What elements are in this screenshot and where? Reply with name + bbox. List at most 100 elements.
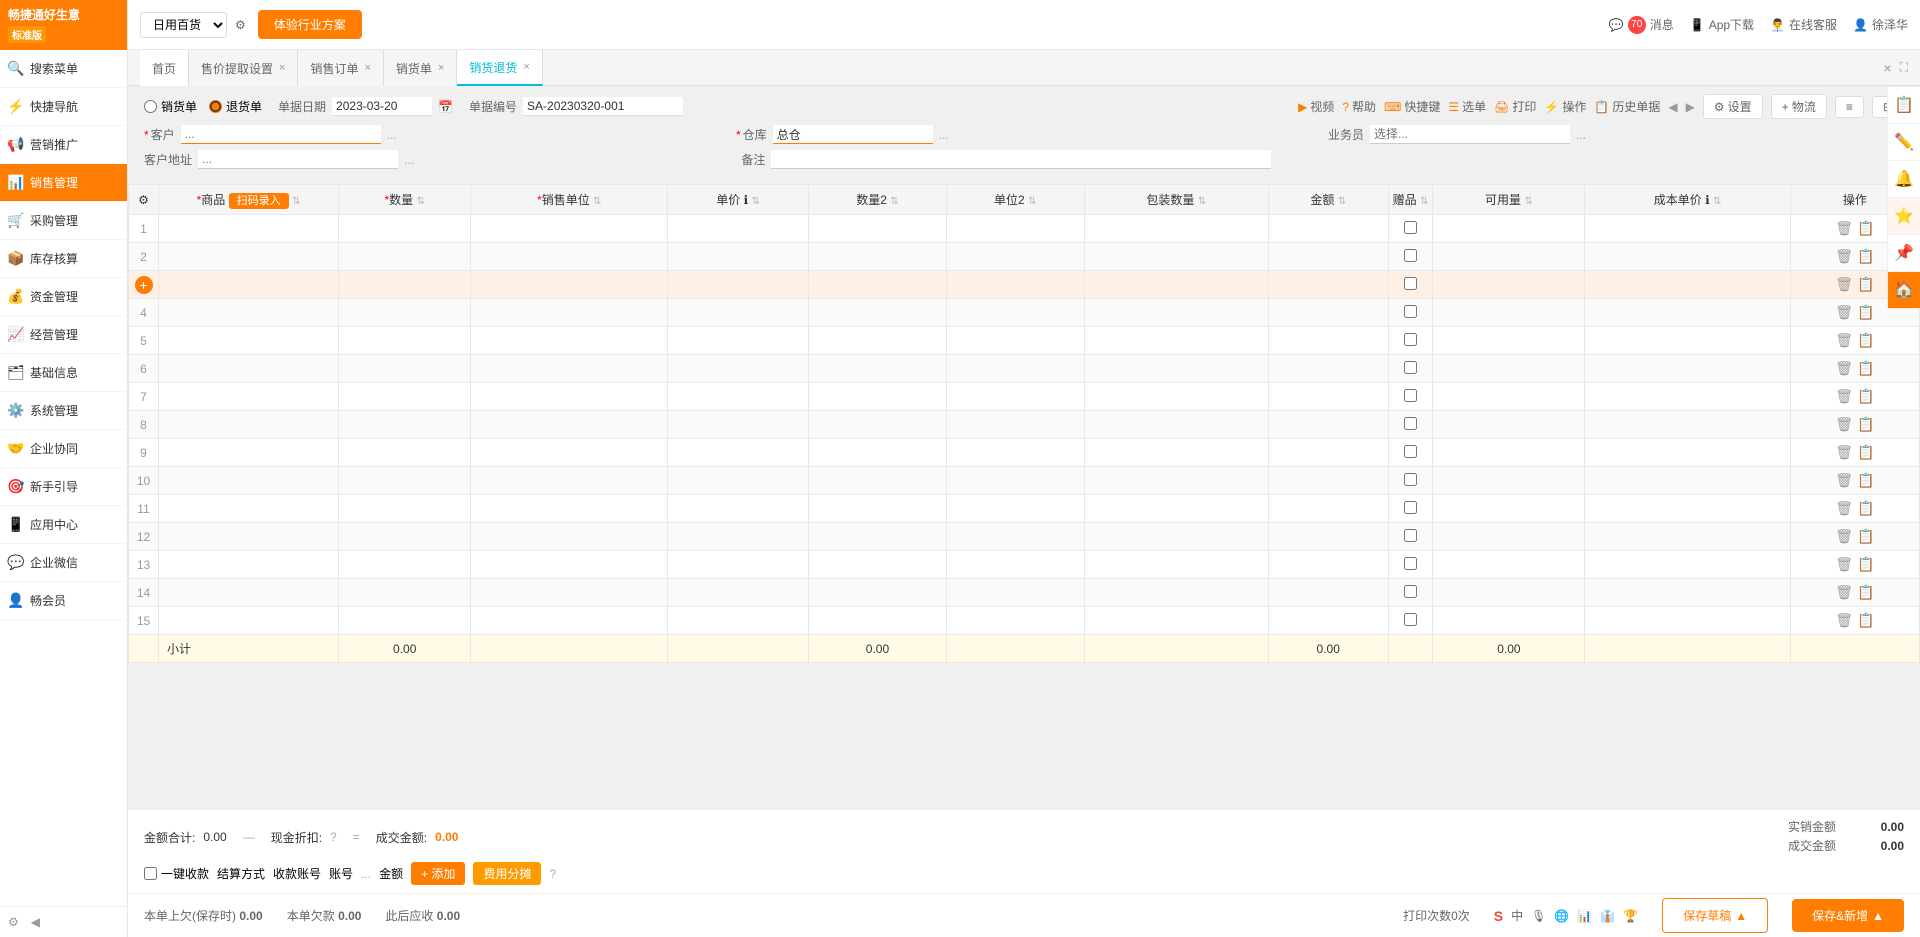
- cell-unit2-6[interactable]: [946, 355, 1084, 383]
- logistics-btn[interactable]: + 物流: [1771, 94, 1827, 119]
- calendar-icon[interactable]: 📅: [438, 100, 453, 114]
- delete-row-icon-11[interactable]: 🗑: [1835, 500, 1853, 517]
- copy-row-icon-1[interactable]: 📋: [1857, 220, 1874, 237]
- cell-qty-7[interactable]: [339, 383, 471, 411]
- cell-product-15[interactable]: [159, 607, 339, 635]
- cell-price-7[interactable]: [668, 383, 809, 411]
- settings-btn[interactable]: ⚙ 设置: [1703, 94, 1763, 119]
- cell-product-6[interactable]: [159, 355, 339, 383]
- cell-qty-13[interactable]: [339, 551, 471, 579]
- cell-unit2-15[interactable]: [946, 607, 1084, 635]
- cell-price-11[interactable]: [668, 495, 809, 523]
- cell-qty2-7[interactable]: [809, 383, 947, 411]
- cell-gift-2[interactable]: [1388, 243, 1433, 271]
- cell-available-3[interactable]: [1433, 271, 1585, 299]
- cell-unit2-10[interactable]: [946, 467, 1084, 495]
- fee-help-icon[interactable]: ?: [549, 867, 556, 881]
- cell-qty2-2[interactable]: [809, 243, 947, 271]
- cell-cost-9[interactable]: [1585, 439, 1790, 467]
- gift-checkbox-5[interactable]: [1404, 333, 1417, 346]
- sort-qty-icon[interactable]: ⇅: [417, 196, 425, 207]
- sort-qty2-icon[interactable]: ⇅: [890, 196, 898, 207]
- topbar-settings-icon[interactable]: ⚙: [235, 18, 246, 32]
- remark-input[interactable]: [771, 150, 1271, 169]
- delete-row-icon-9[interactable]: 🗑: [1835, 444, 1853, 461]
- discount-help-icon[interactable]: ?: [330, 830, 337, 844]
- sidebar-item-system[interactable]: ⚙️系统管理: [0, 392, 127, 430]
- copy-row-icon-2[interactable]: 📋: [1857, 248, 1874, 265]
- cell-price-6[interactable]: [668, 355, 809, 383]
- cell-qty-8[interactable]: [339, 411, 471, 439]
- cell-available-2[interactable]: [1433, 243, 1585, 271]
- right-panel-item-3[interactable]: 🔔: [1888, 161, 1920, 198]
- cell-amount-2[interactable]: [1268, 243, 1388, 271]
- sort-unit-icon[interactable]: ⇅: [593, 196, 601, 207]
- cell-unit2-4[interactable]: [946, 299, 1084, 327]
- cell-amount-14[interactable]: [1268, 579, 1388, 607]
- cell-gift-10[interactable]: [1388, 467, 1433, 495]
- tab-close-4[interactable]: ×: [523, 61, 529, 73]
- delete-row-icon-4[interactable]: 🗑: [1835, 304, 1853, 321]
- cell-gift-7[interactable]: [1388, 383, 1433, 411]
- cell-price-9[interactable]: [668, 439, 809, 467]
- cell-price-1[interactable]: [668, 215, 809, 243]
- sidebar-item-member[interactable]: 👤畅会员: [0, 582, 127, 620]
- cell-unit2-13[interactable]: [946, 551, 1084, 579]
- cell-qty2-1[interactable]: [809, 215, 947, 243]
- bill-no-input[interactable]: [523, 97, 683, 116]
- message-area[interactable]: 💬 70 消息: [1609, 16, 1674, 34]
- cell-cost-1[interactable]: [1585, 215, 1790, 243]
- cell-cost-7[interactable]: [1585, 383, 1790, 411]
- tab-1[interactable]: 售价提取设置×: [189, 50, 298, 86]
- cell-amount-11[interactable]: [1268, 495, 1388, 523]
- delete-row-icon-7[interactable]: 🗑: [1835, 388, 1853, 405]
- cell-unit-10[interactable]: [471, 467, 668, 495]
- sort-pkg-icon[interactable]: ⇅: [1198, 196, 1206, 207]
- cell-pkg-4[interactable]: [1084, 299, 1268, 327]
- cell-qty-2[interactable]: [339, 243, 471, 271]
- sort-amount-icon[interactable]: ⇅: [1338, 196, 1346, 207]
- cell-pkg-14[interactable]: [1084, 579, 1268, 607]
- cell-qty-14[interactable]: [339, 579, 471, 607]
- fee-split-btn[interactable]: 费用分摊: [473, 862, 541, 885]
- cell-gift-11[interactable]: [1388, 495, 1433, 523]
- copy-row-icon-3[interactable]: 📋: [1857, 276, 1874, 293]
- cell-available-8[interactable]: [1433, 411, 1585, 439]
- cell-amount-13[interactable]: [1268, 551, 1388, 579]
- gift-checkbox-8[interactable]: [1404, 417, 1417, 430]
- cell-pkg-7[interactable]: [1084, 383, 1268, 411]
- copy-row-icon-12[interactable]: 📋: [1857, 528, 1874, 545]
- cell-unit-7[interactable]: [471, 383, 668, 411]
- cell-gift-3[interactable]: [1388, 271, 1433, 299]
- copy-row-icon-14[interactable]: 📋: [1857, 584, 1874, 601]
- sidebar-item-sales[interactable]: 📊销售管理: [0, 164, 127, 202]
- cell-available-1[interactable]: [1433, 215, 1585, 243]
- one-click-checkout-label[interactable]: 一键收款: [144, 865, 209, 882]
- help-btn[interactable]: ? 帮助: [1342, 98, 1376, 115]
- warehouse-dots-btn[interactable]: ...: [939, 128, 949, 142]
- cell-unit-3[interactable]: [471, 271, 668, 299]
- delete-row-icon-15[interactable]: 🗑: [1835, 612, 1853, 629]
- radio-return-input[interactable]: [209, 100, 222, 113]
- cell-available-6[interactable]: [1433, 355, 1585, 383]
- address-input[interactable]: [198, 150, 398, 169]
- cell-unit2-14[interactable]: [946, 579, 1084, 607]
- sidebar-item-shortcut[interactable]: ⚡快捷导航: [0, 88, 127, 126]
- date-input[interactable]: [332, 97, 432, 116]
- cell-cost-8[interactable]: [1585, 411, 1790, 439]
- scan-btn[interactable]: 扫码录入: [229, 193, 289, 209]
- cell-price-8[interactable]: [668, 411, 809, 439]
- cell-qty2-9[interactable]: [809, 439, 947, 467]
- cell-unit-2[interactable]: [471, 243, 668, 271]
- cell-product-2[interactable]: [159, 243, 339, 271]
- cell-unit2-9[interactable]: [946, 439, 1084, 467]
- cell-price-4[interactable]: [668, 299, 809, 327]
- cell-pkg-9[interactable]: [1084, 439, 1268, 467]
- cell-qty2-14[interactable]: [809, 579, 947, 607]
- cell-cost-3[interactable]: [1585, 271, 1790, 299]
- cell-product-11[interactable]: [159, 495, 339, 523]
- maximize-icon[interactable]: ⛶: [1900, 60, 1908, 75]
- copy-row-icon-11[interactable]: 📋: [1857, 500, 1874, 517]
- cell-qty2-10[interactable]: [809, 467, 947, 495]
- cell-qty2-6[interactable]: [809, 355, 947, 383]
